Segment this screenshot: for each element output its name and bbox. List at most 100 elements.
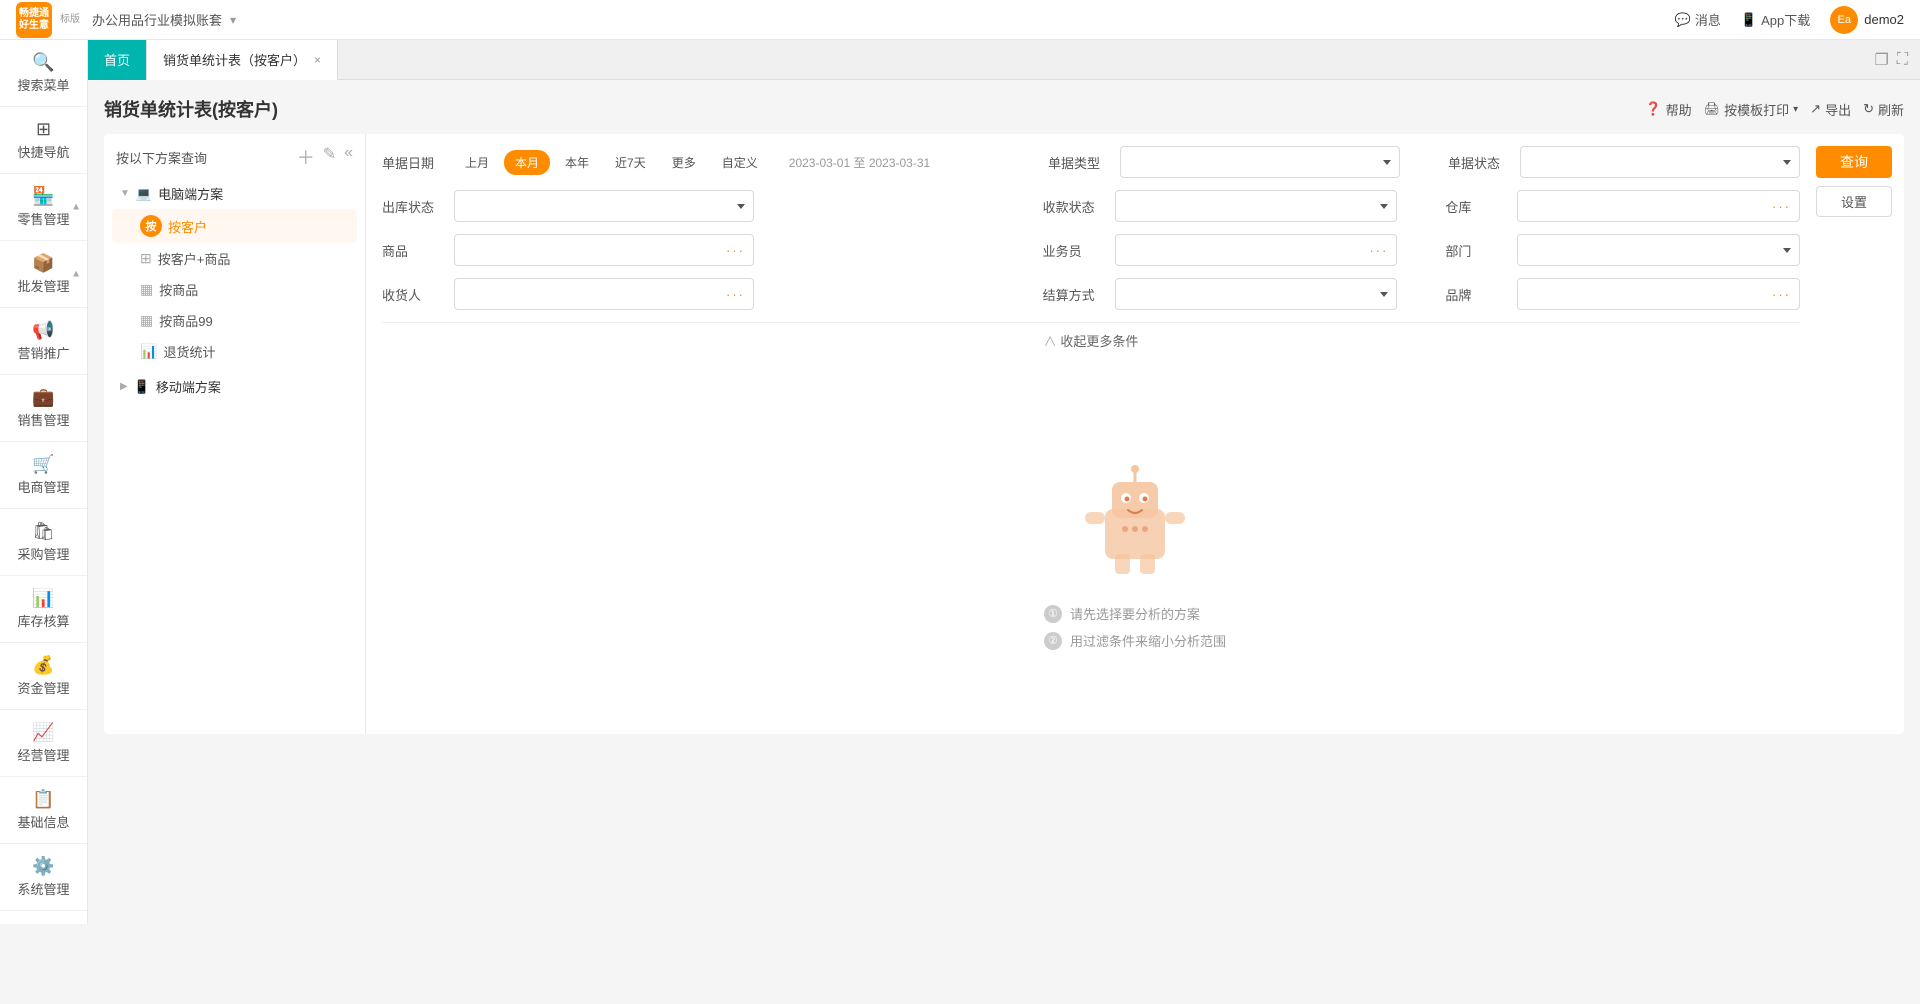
tabs-right-btns: ❐ ⛶: [1874, 50, 1908, 70]
brand-label: 品牌: [1445, 285, 1505, 304]
topbar-left: 畅捷通好生意 标版 办公用品行业模拟账套 ▾: [16, 2, 236, 38]
logo: 畅捷通好生意: [16, 2, 52, 38]
tree-group-mobile-header[interactable]: ▶ 📱 移动端方案: [112, 371, 357, 402]
tab-home[interactable]: 首页: [88, 40, 147, 80]
hint-num-1: ①: [1044, 605, 1062, 623]
sidebar-item-sales[interactable]: 💼 销售管理: [0, 375, 87, 442]
tab-sales-stat[interactable]: 销货单统计表（按客户） ×: [147, 40, 338, 80]
sidebar-item-stock[interactable]: 📊 库存核算: [0, 576, 87, 643]
scheme-add-icon[interactable]: ＋: [297, 144, 315, 170]
hint-text-2: 用过滤条件来缩小分析范围: [1070, 631, 1226, 650]
sidebar-item-basic[interactable]: 📋 基础信息: [0, 777, 87, 844]
filter-row-4: 收货人 ··· 结算方式 品牌: [382, 278, 1800, 310]
department-dropdown-icon: [1783, 248, 1791, 253]
scheme-item-return[interactable]: 📊 退货统计: [112, 336, 357, 367]
collapse-up-icon: ∧: [1044, 334, 1057, 349]
wholesale-expand-icon: ▲: [71, 269, 81, 280]
app-icon: 📱: [1741, 12, 1757, 28]
message-icon: 💬: [1675, 12, 1691, 28]
sidebar: 🔍 搜索菜单 ⊞ 快捷导航 🏪 零售管理 ▲ 📦 批发管理 ▲ 📢 营销推广 💼…: [0, 40, 88, 924]
filter-row-3: 商品 ··· 业务员 ··· 部门: [382, 234, 1800, 266]
date-label: 单据日期: [382, 153, 442, 172]
product-dots: ···: [726, 243, 745, 258]
date-range: 2023-03-01 至 2023-03-31: [789, 154, 930, 171]
date-tab-7days[interactable]: 近7天: [604, 150, 657, 175]
help-icon: ❓: [1645, 101, 1661, 117]
scheme-item-label: 按商品: [159, 280, 198, 299]
desktop-group-expand: ▼: [120, 188, 130, 199]
restore-icon[interactable]: ❐: [1874, 50, 1888, 70]
refresh-btn[interactable]: ↻ 刷新: [1863, 100, 1904, 119]
user-name: demo2: [1864, 12, 1904, 27]
sidebar-item-search[interactable]: 🔍 搜索菜单: [0, 40, 87, 107]
salesperson-dots: ···: [1369, 243, 1388, 258]
ship-status-select[interactable]: [454, 190, 754, 222]
right-area: 单据日期 上月 本月 本年 近7天 更多 自定义 2023-03-01 至 20…: [366, 134, 1904, 734]
date-tab-thisyear[interactable]: 本年: [554, 150, 600, 175]
sidebar-item-nav[interactable]: ⊞ 快捷导航: [0, 107, 87, 174]
tab-close-icon[interactable]: ×: [314, 53, 321, 67]
payment-status-select[interactable]: [1115, 190, 1398, 222]
salesperson-label: 业务员: [1043, 241, 1103, 260]
sidebar-item-label: 资金管理: [0, 678, 87, 697]
user-area[interactable]: Ea demo2: [1830, 6, 1904, 34]
sidebar-item-label: 库存核算: [0, 611, 87, 630]
date-tab-lastmonth[interactable]: 上月: [454, 150, 500, 175]
finance-icon: 💰: [0, 655, 87, 676]
sidebar-item-marketing[interactable]: 📢 营销推广: [0, 308, 87, 375]
print-btn[interactable]: 🖨 按模板打印 ▾: [1704, 100, 1799, 119]
order-status-select[interactable]: [1520, 146, 1800, 178]
scheme-item-customer[interactable]: 按 按客户: [112, 209, 357, 243]
empty-hints: ① 请先选择要分析的方案 ② 用过滤条件来缩小分析范围: [1044, 604, 1226, 650]
help-btn[interactable]: ❓ 帮助: [1645, 100, 1691, 119]
receiver-input[interactable]: ···: [454, 278, 754, 310]
desktop-group-icon: 💻: [136, 186, 152, 202]
maximize-icon[interactable]: ⛶: [1897, 51, 1908, 69]
topbar-dropdown-icon[interactable]: ▾: [230, 13, 236, 27]
refresh-icon: ↻: [1863, 101, 1874, 117]
robot-svg: [1070, 454, 1200, 584]
app-download-btn[interactable]: 📱 App下载: [1741, 10, 1810, 29]
order-type-select[interactable]: [1120, 146, 1400, 178]
sidebar-item-ecommerce[interactable]: 🛒 电商管理: [0, 442, 87, 509]
sidebar-item-wholesale[interactable]: 📦 批发管理 ▲: [0, 241, 87, 308]
sidebar-item-operation[interactable]: 📈 经营管理: [0, 710, 87, 777]
sidebar-item-purchase[interactable]: 🛍 采购管理: [0, 509, 87, 576]
scheme-item-customer-product[interactable]: ⊞ 按客户+商品: [112, 243, 357, 274]
sidebar-item-finance[interactable]: 💰 资金管理: [0, 643, 87, 710]
date-tab-more[interactable]: 更多: [661, 150, 707, 175]
scheme-edit-icon[interactable]: ✎: [323, 144, 336, 170]
export-label: 导出: [1825, 100, 1851, 119]
order-type-label: 单据类型: [1048, 153, 1108, 172]
message-btn[interactable]: 💬 消息: [1675, 10, 1721, 29]
product-input[interactable]: ···: [454, 234, 754, 266]
collapse-row[interactable]: ∧ 收起更多条件: [382, 322, 1800, 358]
scheme-header-title: 按以下方案查询: [116, 148, 207, 167]
scheme-item-product[interactable]: ▦ 按商品: [112, 274, 357, 305]
scheme-panel: 按以下方案查询 ＋ ✎ « ▼ 💻 电脑端方案 按: [104, 134, 366, 734]
sidebar-item-label: 基础信息: [0, 812, 87, 831]
brand-input[interactable]: ···: [1517, 278, 1800, 310]
nav-icon: ⊞: [0, 119, 87, 140]
filter-area: 单据日期 上月 本月 本年 近7天 更多 自定义 2023-03-01 至 20…: [366, 134, 1816, 370]
scheme-item-product99[interactable]: ▦ 按商品99: [112, 305, 357, 336]
tree-group-desktop-header[interactable]: ▼ 💻 电脑端方案: [112, 178, 357, 209]
sidebar-item-system[interactable]: ⚙️ 系统管理: [0, 844, 87, 911]
warehouse-input[interactable]: ···: [1517, 190, 1800, 222]
ship-status-dropdown-icon: [737, 204, 745, 209]
refresh-label: 刷新: [1878, 100, 1904, 119]
salesperson-input[interactable]: ···: [1115, 234, 1398, 266]
query-button[interactable]: 查询: [1816, 146, 1892, 178]
date-tab-custom[interactable]: 自定义: [711, 150, 769, 175]
settings-button[interactable]: 设置: [1816, 186, 1892, 217]
department-select[interactable]: [1517, 234, 1800, 266]
settlement-select[interactable]: [1115, 278, 1398, 310]
empty-state-content: ① 请先选择要分析的方案 ② 用过滤条件来缩小分析范围: [1044, 454, 1226, 650]
scheme-collapse-icon[interactable]: «: [344, 144, 353, 170]
sidebar-item-retail[interactable]: 🏪 零售管理 ▲: [0, 174, 87, 241]
system-icon: ⚙️: [0, 856, 87, 877]
date-tab-thismonth[interactable]: 本月: [504, 150, 550, 175]
export-btn[interactable]: ↗ 导出: [1810, 100, 1851, 119]
sidebar-item-enterprise[interactable]: 🤝 企业协同: [0, 911, 87, 924]
avatar: Ea: [1830, 6, 1858, 34]
